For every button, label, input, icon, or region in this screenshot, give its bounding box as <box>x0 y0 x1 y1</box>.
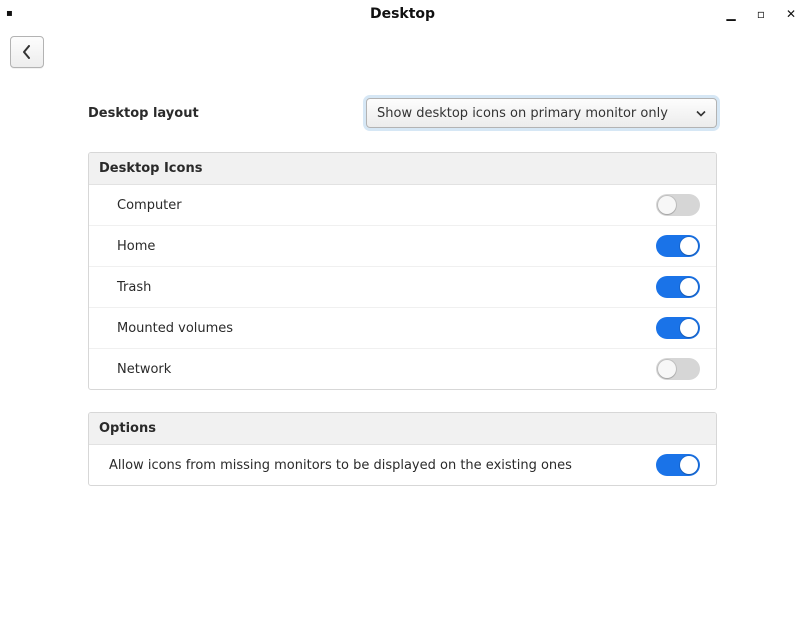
toggle-missing-monitors[interactable] <box>656 454 700 476</box>
desktop-icons-header: Desktop Icons <box>89 153 716 185</box>
desktop-icon-row-computer: Computer <box>89 185 716 226</box>
toggle-mounted-volumes[interactable] <box>656 317 700 339</box>
option-row-missing-monitors: Allow icons from missing monitors to be … <box>89 445 716 485</box>
desktop-icons-group: Desktop Icons Computer Home Trash Mounte… <box>88 152 717 390</box>
content: Desktop layout Show desktop icons on pri… <box>0 68 805 486</box>
toggle-computer[interactable] <box>656 194 700 216</box>
titlebar-left-mark: ▪ <box>6 0 13 28</box>
row-label: Network <box>117 362 171 377</box>
row-label: Computer <box>117 198 182 213</box>
row-label: Mounted volumes <box>117 321 233 336</box>
minimize-button[interactable]: ▁ <box>723 0 739 28</box>
desktop-icon-row-mounted-volumes: Mounted volumes <box>89 308 716 349</box>
back-button[interactable] <box>10 36 44 68</box>
toggle-home[interactable] <box>656 235 700 257</box>
options-group: Options Allow icons from missing monitor… <box>88 412 717 486</box>
maximize-button[interactable]: ▫ <box>753 0 769 28</box>
row-label: Allow icons from missing monitors to be … <box>109 458 572 473</box>
desktop-icon-row-trash: Trash <box>89 267 716 308</box>
row-label: Trash <box>117 280 151 295</box>
options-header: Options <box>89 413 716 445</box>
desktop-layout-selected: Show desktop icons on primary monitor on… <box>377 106 668 121</box>
desktop-icon-row-home: Home <box>89 226 716 267</box>
desktop-layout-combo[interactable]: Show desktop icons on primary monitor on… <box>366 98 717 128</box>
window-title: Desktop <box>370 6 435 22</box>
desktop-layout-label: Desktop layout <box>88 106 366 121</box>
titlebar-left: ▪ <box>6 0 13 28</box>
close-button[interactable]: ✕ <box>783 0 799 28</box>
titlebar: Desktop ▪ ▁ ▫ ✕ <box>0 0 805 28</box>
chevron-left-icon <box>22 45 32 59</box>
chevron-down-icon <box>696 106 706 121</box>
toolbar <box>0 28 805 68</box>
toggle-trash[interactable] <box>656 276 700 298</box>
row-label: Home <box>117 239 155 254</box>
window-controls: ▁ ▫ ✕ <box>723 0 799 28</box>
desktop-icon-row-network: Network <box>89 349 716 389</box>
desktop-layout-row: Desktop layout Show desktop icons on pri… <box>88 98 717 128</box>
toggle-network[interactable] <box>656 358 700 380</box>
